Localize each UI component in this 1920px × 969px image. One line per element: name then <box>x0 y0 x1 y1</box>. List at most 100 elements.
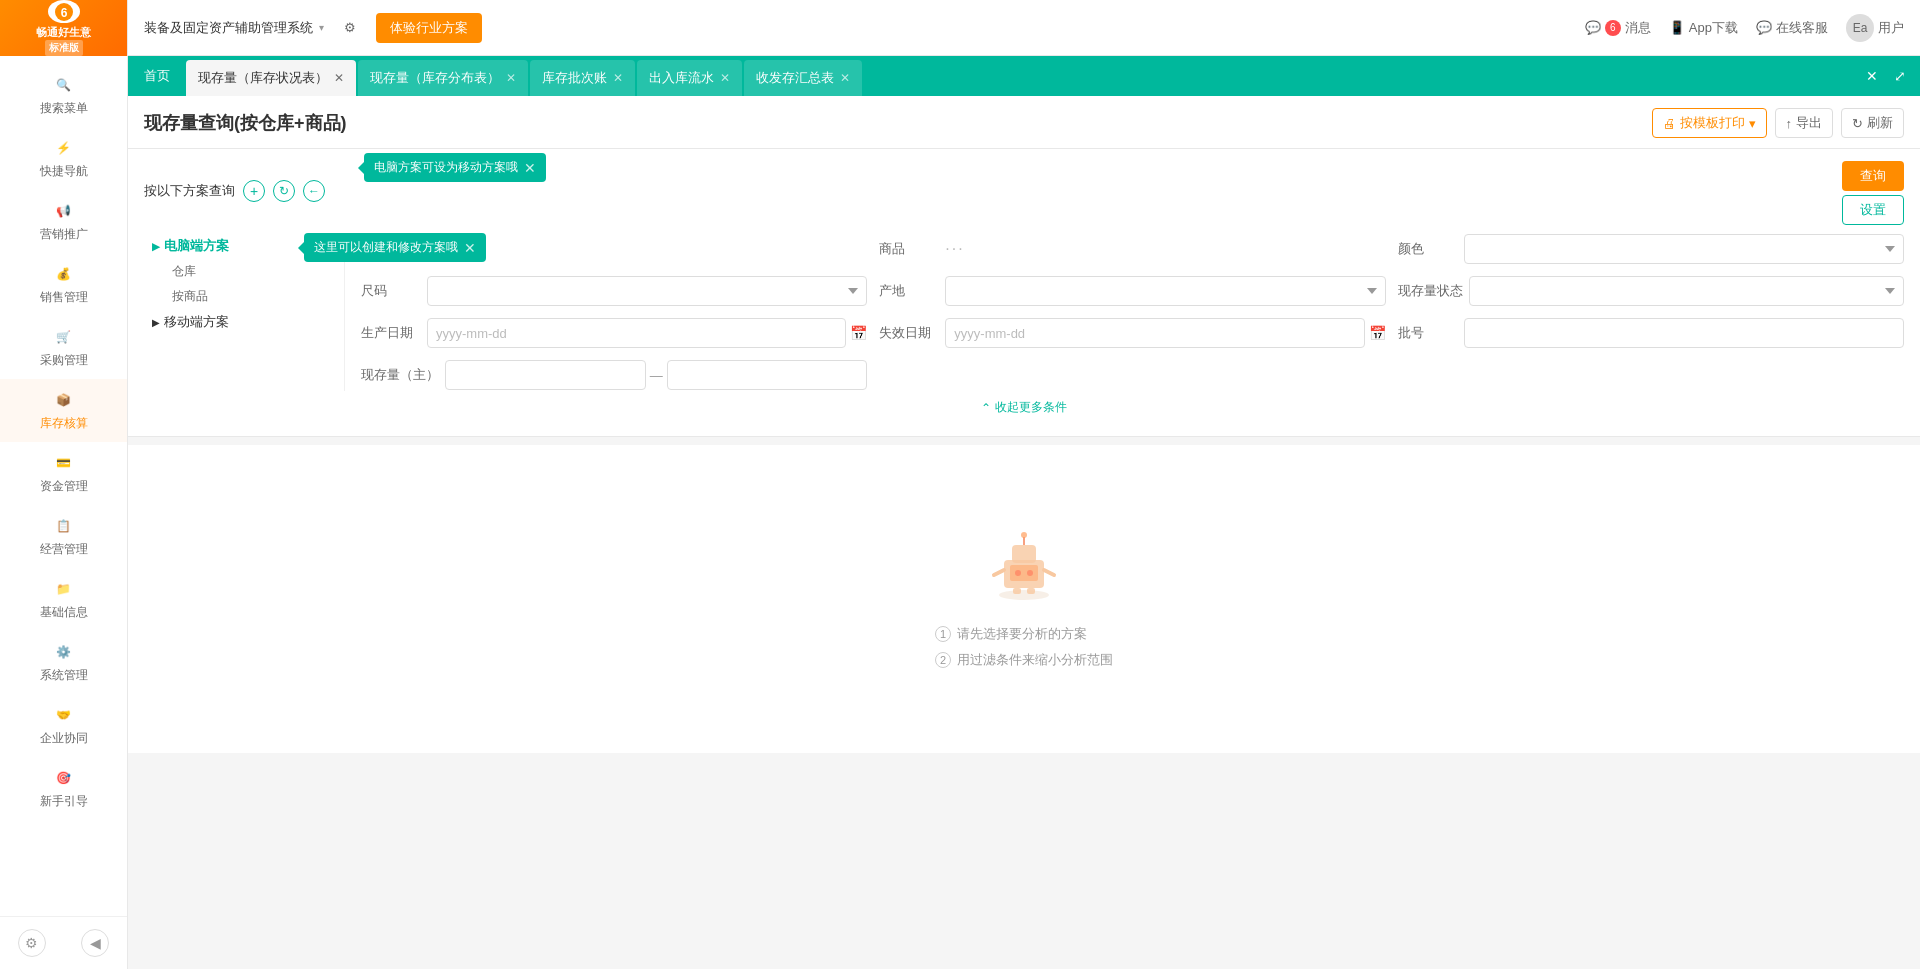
tab-expand-icon[interactable]: ⤢ <box>1888 64 1912 88</box>
sidebar-item-purchase[interactable]: 🛒 采购管理 <box>0 316 127 379</box>
search-btn-area: 查询 设置 <box>1842 161 1904 225</box>
stock-qty-from-input[interactable] <box>445 360 646 390</box>
sidebar-item-sales[interactable]: 💰 销售管理 <box>0 253 127 316</box>
empty-state: 1 请先选择要分析的方案 2 用过滤条件来缩小分析范围 <box>128 445 1920 753</box>
expiry-date-input[interactable] <box>945 318 1364 348</box>
scheme-sub-goods[interactable]: 按商品 <box>164 284 344 309</box>
sidebar-item-quick[interactable]: ⚡ 快捷导航 <box>0 127 127 190</box>
sidebar-item-guide[interactable]: 🎯 新手引导 <box>0 757 127 820</box>
batch-input[interactable] <box>1464 318 1904 348</box>
tab-batch-account[interactable]: 库存批次账 ✕ <box>530 60 635 96</box>
search-btn[interactable]: 查询 <box>1842 161 1904 191</box>
scheme-mobile-arrow-icon: ▶ <box>152 317 160 328</box>
production-date-wrap: 📅 <box>427 318 867 348</box>
svg-point-6 <box>1027 570 1033 576</box>
collapse-bottom-btn[interactable]: ◀ <box>81 929 109 957</box>
goods-dots-icon: ··· <box>945 240 964 258</box>
step1-num: 1 <box>935 626 951 642</box>
svg-text:6: 6 <box>60 6 67 20</box>
tab-close-inventory-status[interactable]: ✕ <box>334 71 344 85</box>
filter-fields-panel: 仓库 ··· 商品 ··· 颜色 <box>344 233 1904 391</box>
tab-close-inventory-dist[interactable]: ✕ <box>506 71 516 85</box>
empty-text: 1 请先选择要分析的方案 2 用过滤条件来缩小分析范围 <box>935 621 1113 673</box>
expiry-date-cal-icon[interactable]: 📅 <box>1369 325 1386 341</box>
sidebar-nav: 🔍 搜索菜单 ⚡ 快捷导航 📢 营销推广 💰 销售管理 🛒 采购管理 📦 库存核… <box>0 56 127 916</box>
logo-text: 畅通好生意 <box>36 25 91 40</box>
basic-nav-icon: 📁 <box>53 578 75 600</box>
header-right: 💬 6 消息 📱 App下载 💬 在线客服 Ea 用户 <box>1585 14 1904 42</box>
production-date-cal-icon[interactable]: 📅 <box>850 325 867 341</box>
user-btn[interactable]: Ea 用户 <box>1846 14 1904 42</box>
tab-receive-send[interactable]: 收发存汇总表 ✕ <box>744 60 862 96</box>
marketing-nav-icon: 📢 <box>53 200 75 222</box>
tooltip-pc-scheme: 电脑方案可设为移动方案哦 ✕ <box>364 153 546 182</box>
filter-area: 按以下方案查询 + ↻ ← 电脑方案可设为移动方案哦 ✕ 查询 设置 <box>128 149 1920 437</box>
tooltip1-close-btn[interactable]: ✕ <box>524 160 536 176</box>
trial-btn[interactable]: 体验行业方案 <box>376 13 482 43</box>
size-select[interactable] <box>427 276 867 306</box>
sidebar-item-enterprise[interactable]: 🤝 企业协同 <box>0 694 127 757</box>
filter-row-1: 仓库 ··· 商品 ··· 颜色 <box>361 233 1904 265</box>
add-scheme-btn[interactable]: + <box>243 180 265 202</box>
filter-stock-status: 现存量状态 <box>1398 275 1904 307</box>
header-settings-btn[interactable]: ⚙ <box>336 14 364 42</box>
sidebar: 6 畅通好生意 标准版 🔍 搜索菜单 ⚡ 快捷导航 📢 营销推广 💰 销售管理 … <box>0 0 128 969</box>
sidebar-item-inventory[interactable]: 📦 库存核算 <box>0 379 127 442</box>
sidebar-logo: 6 畅通好生意 标准版 <box>0 0 127 56</box>
scheme-list: ▶ 电脑端方案 ··· 这里可以创建和修改方案哦 ✕ 仓库 <box>144 233 344 335</box>
app-download-btn[interactable]: 📱 App下载 <box>1669 19 1738 37</box>
service-icon: 💬 <box>1756 20 1772 35</box>
stock-qty-to-input[interactable] <box>667 360 868 390</box>
user-avatar: Ea <box>1846 14 1874 42</box>
filter-expiry-date: 失效日期 📅 <box>879 317 1385 349</box>
reset-btn[interactable]: 设置 <box>1842 195 1904 225</box>
system-chevron-icon: ▾ <box>319 22 324 33</box>
filter-batch: 批号 <box>1398 317 1904 349</box>
export-btn[interactable]: ↑ 导出 <box>1775 108 1834 138</box>
tab-inventory-dist[interactable]: 现存量（库存分布表） ✕ <box>358 60 528 96</box>
production-date-input[interactable] <box>427 318 846 348</box>
sidebar-item-system[interactable]: ⚙️ 系统管理 <box>0 631 127 694</box>
tab-in-out-flow[interactable]: 出入库流水 ✕ <box>637 60 742 96</box>
collapse-bar[interactable]: ⌃ 收起更多条件 <box>144 391 1904 424</box>
sidebar-item-marketing[interactable]: 📢 营销推广 <box>0 190 127 253</box>
message-icon: 💬 <box>1585 20 1601 35</box>
refresh-scheme-btn[interactable]: ↻ <box>273 180 295 202</box>
filter-header: 按以下方案查询 + ↻ ← 电脑方案可设为移动方案哦 ✕ 查询 设置 <box>144 161 1904 221</box>
tab-close-in-out-flow[interactable]: ✕ <box>720 71 730 85</box>
svg-point-9 <box>1021 532 1027 538</box>
tab-close-all-icon[interactable]: ✕ <box>1860 64 1884 88</box>
color-select[interactable] <box>1464 234 1904 264</box>
stock-status-select[interactable] <box>1469 276 1904 306</box>
message-btn[interactable]: 💬 6 消息 <box>1585 19 1651 37</box>
main-area: 装备及固定资产辅助管理系统 ▾ ⚙ 体验行业方案 💬 6 消息 📱 App下载 … <box>128 0 1920 969</box>
scheme-sub-warehouse[interactable]: 仓库 <box>164 259 344 284</box>
refresh-btn[interactable]: ↻ 刷新 <box>1841 108 1904 138</box>
svg-line-10 <box>994 570 1004 575</box>
tab-close-batch-account[interactable]: ✕ <box>613 71 623 85</box>
scheme-list-area: ▶ 电脑端方案 ··· 这里可以创建和修改方案哦 ✕ 仓库 <box>144 233 1904 391</box>
tab-home[interactable]: 首页 <box>128 56 186 96</box>
origin-select[interactable] <box>945 276 1385 306</box>
page-actions: 🖨 按模板打印 ▾ ↑ 导出 ↻ 刷新 <box>1652 108 1905 138</box>
tab-inventory-status[interactable]: 现存量（库存状况表） ✕ <box>186 60 356 96</box>
sidebar-item-search[interactable]: 🔍 搜索菜单 <box>0 64 127 127</box>
collapse-label: 收起更多条件 <box>995 399 1067 416</box>
back-scheme-btn[interactable]: ← <box>303 180 325 202</box>
scheme-item-mobile[interactable]: ▶ 移动端方案 <box>144 309 344 335</box>
production-date-label: 生产日期 <box>361 324 421 342</box>
sidebar-item-basic[interactable]: 📁 基础信息 <box>0 568 127 631</box>
sidebar-item-finance[interactable]: 💳 资金管理 <box>0 442 127 505</box>
tooltip-edit-scheme: 这里可以创建和修改方案哦 ✕ <box>304 233 486 262</box>
filter-size: 尺码 <box>361 275 867 307</box>
page-header: 现存量查询(按仓库+商品) 🖨 按模板打印 ▾ ↑ 导出 ↻ 刷新 <box>128 96 1920 149</box>
svg-rect-13 <box>1027 588 1035 594</box>
tab-close-receive-send[interactable]: ✕ <box>840 71 850 85</box>
settings-bottom-btn[interactable]: ⚙ <box>18 929 46 957</box>
print-btn[interactable]: 🖨 按模板打印 ▾ <box>1652 108 1767 138</box>
sidebar-item-operation[interactable]: 📋 经营管理 <box>0 505 127 568</box>
tooltip2-close-btn[interactable]: ✕ <box>464 240 476 256</box>
message-badge: 6 <box>1605 20 1621 36</box>
empty-step2: 2 用过滤条件来缩小分析范围 <box>935 647 1113 673</box>
service-btn[interactable]: 💬 在线客服 <box>1756 19 1828 37</box>
